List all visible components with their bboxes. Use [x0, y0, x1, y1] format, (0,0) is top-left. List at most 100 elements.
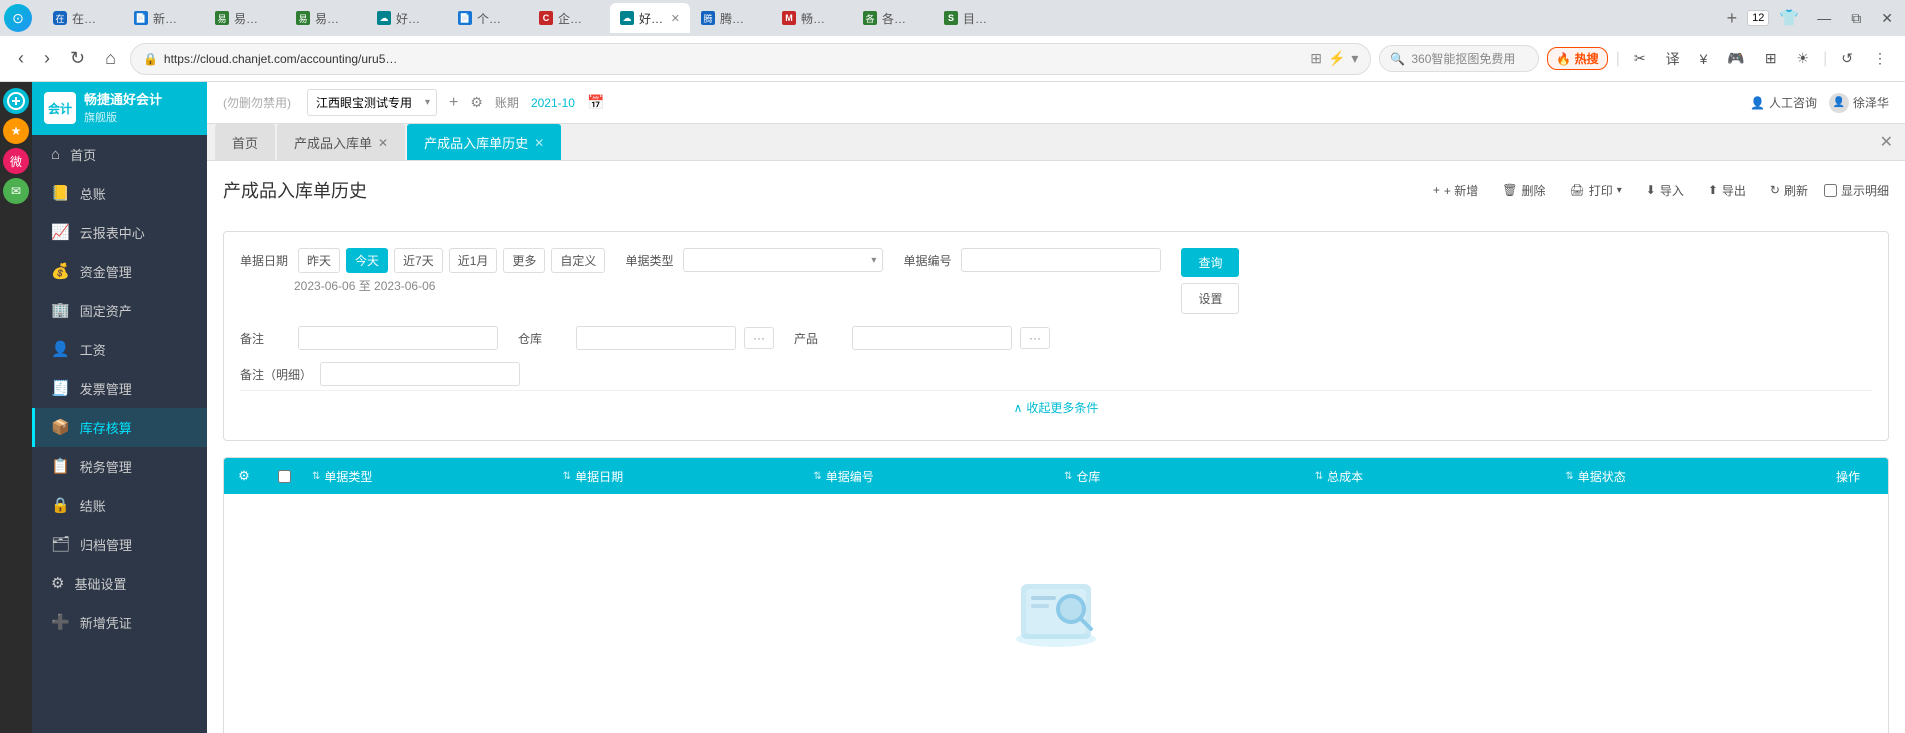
yuan-btn[interactable]: ¥ — [1694, 47, 1714, 71]
settings-button[interactable]: 设置 — [1181, 283, 1239, 314]
tab-2[interactable]: 📄 新… — [124, 3, 204, 33]
more-btn[interactable]: ⋮ — [1867, 46, 1893, 71]
tab-11[interactable]: 各 各… — [853, 3, 933, 33]
tab-12[interactable]: S 目… — [934, 3, 1014, 33]
grid-btn[interactable]: ⊞ — [1759, 46, 1783, 71]
date-btn-yesterday[interactable]: 昨天 — [298, 248, 340, 273]
sidebar-item-inventory[interactable]: 📦 库存核算 — [32, 408, 207, 447]
th-total-cost[interactable]: ⇅ 总成本 — [1307, 468, 1558, 485]
product-input[interactable] — [852, 326, 1012, 350]
tab-count[interactable]: 12 — [1747, 10, 1769, 26]
scissors-btn[interactable]: ✂ — [1628, 46, 1652, 71]
address-bar[interactable]: 🔒 https://cloud.chanjet.com/accounting/u… — [130, 43, 1371, 75]
sidebar-item-fund[interactable]: 💰 资金管理 — [32, 252, 207, 291]
page-tab-history-close[interactable]: ✕ — [534, 136, 544, 150]
product-ellipsis-btn[interactable]: ··· — [1020, 327, 1050, 349]
date-btn-custom[interactable]: 自定义 — [551, 248, 605, 273]
search-bar[interactable]: 🔍 360智能抠图免费用 — [1379, 45, 1539, 72]
undo-btn[interactable]: ↺ — [1835, 46, 1859, 71]
th-checkbox[interactable] — [264, 470, 304, 483]
export-btn[interactable]: ⬆ 导出 — [1700, 178, 1754, 203]
theme-btn[interactable]: ☀ — [1791, 46, 1816, 71]
sidebar-item-home[interactable]: ⌂ 首页 — [32, 135, 207, 174]
calendar-icon[interactable]: 📅 — [587, 94, 604, 111]
add-account-btn[interactable]: + — [449, 94, 458, 112]
restore-button[interactable]: ⧉ — [1843, 10, 1869, 27]
app-icon-mail[interactable]: ✉ — [3, 178, 29, 204]
tab-4[interactable]: 易 易… — [286, 3, 366, 33]
sidebar-item-close[interactable]: 🔒 结账 — [32, 486, 207, 525]
user-info[interactable]: 👤 徐泽华 — [1829, 93, 1889, 113]
page-tab-inventory-list[interactable]: 产成品入库单 ✕ — [277, 124, 405, 160]
warehouse-input[interactable] — [576, 326, 736, 350]
sidebar-item-ledger[interactable]: 📒 总账 — [32, 174, 207, 213]
close-button[interactable]: ✕ — [1873, 10, 1901, 27]
collapse-conditions-btn[interactable]: ∧ 收起更多条件 — [240, 390, 1872, 424]
number-input[interactable] — [961, 248, 1161, 272]
tab-6[interactable]: 📄 个… — [448, 3, 528, 33]
tab-9[interactable]: 腾 腾… — [691, 3, 771, 33]
date-btn-more[interactable]: 更多 — [503, 248, 545, 273]
refresh-btn[interactable]: ↻ 刷新 — [1762, 178, 1816, 203]
th-gear[interactable]: ⚙ — [224, 468, 264, 484]
note-input[interactable] — [298, 326, 498, 350]
th-date[interactable]: ⇅ 单据日期 — [555, 468, 806, 485]
warehouse-ellipsis-btn[interactable]: ··· — [744, 327, 774, 349]
tab-5[interactable]: ☁ 好… — [367, 3, 447, 33]
note-detail-input[interactable] — [320, 362, 520, 386]
app-icon-chanjet[interactable] — [3, 88, 29, 114]
dropdown-icon[interactable]: ▾ — [1351, 50, 1358, 67]
360-logo[interactable]: ⊙ — [4, 4, 32, 32]
game-btn[interactable]: 🎮 — [1721, 46, 1750, 71]
type-select-input[interactable] — [684, 249, 864, 271]
type-select[interactable]: ▾ — [683, 248, 883, 272]
print-btn[interactable]: 🖨 打印 ▾ — [1561, 178, 1629, 203]
sidebar-item-payroll[interactable]: 👤 工资 — [32, 330, 207, 369]
page-tab-home[interactable]: 首页 — [215, 124, 275, 160]
query-button[interactable]: 查询 — [1181, 248, 1239, 277]
back-button[interactable]: ‹ — [12, 44, 30, 73]
delete-btn[interactable]: 🗑 删除 — [1494, 178, 1553, 203]
service-button[interactable]: 👤 人工咨询 — [1750, 94, 1817, 111]
tab-3[interactable]: 易 易… — [205, 3, 285, 33]
date-btn-today[interactable]: 今天 — [346, 248, 388, 273]
date-btn-7days[interactable]: 近7天 — [394, 248, 443, 273]
sidebar-item-fixed-assets[interactable]: 🏢 固定资产 — [32, 291, 207, 330]
sidebar-item-invoice[interactable]: 🧾 发票管理 — [32, 369, 207, 408]
grid-icon[interactable]: ⊞ — [1310, 50, 1322, 67]
page-tab-inventory-list-close[interactable]: ✕ — [378, 136, 388, 150]
account-selector[interactable]: 江西眼宝测试专用 ▾ — [307, 89, 437, 116]
home-button[interactable]: ⌂ — [99, 44, 122, 73]
show-detail-checkbox-label[interactable]: 显示明细 — [1824, 182, 1889, 199]
th-type[interactable]: ⇅ 单据类型 — [304, 468, 555, 485]
refresh-button[interactable]: ↻ — [64, 44, 91, 73]
new-btn[interactable]: + + 新增 — [1425, 178, 1486, 203]
sidebar-item-new-voucher[interactable]: ➕ 新增凭证 — [32, 603, 207, 642]
sidebar-item-archive[interactable]: 🗂 归档管理 — [32, 525, 207, 564]
tab-1[interactable]: 在 在… — [43, 3, 123, 33]
sidebar-item-cloud-report[interactable]: 📈 云报表中心 — [32, 213, 207, 252]
new-tab-button[interactable]: + — [1721, 8, 1744, 29]
tab-8-close[interactable]: ✕ — [671, 12, 680, 25]
bolt-icon[interactable]: ⚡ — [1328, 50, 1345, 67]
hot-search-btn[interactable]: 🔥 热搜 — [1547, 47, 1607, 70]
show-detail-checkbox[interactable] — [1824, 184, 1837, 197]
app-icon-star[interactable]: ★ — [3, 118, 29, 144]
th-status[interactable]: ⇅ 单据状态 — [1557, 468, 1808, 485]
tab-7[interactable]: C 企… — [529, 3, 609, 33]
th-warehouse[interactable]: ⇅ 仓库 — [1056, 468, 1307, 485]
page-tab-history[interactable]: 产成品入库单历史 ✕ — [407, 124, 561, 160]
th-number[interactable]: ⇅ 单据编号 — [805, 468, 1056, 485]
select-all-checkbox[interactable] — [278, 470, 291, 483]
tab-8[interactable]: ☁ 好… ✕ — [610, 3, 690, 33]
date-btn-1month[interactable]: 近1月 — [449, 248, 498, 273]
minimize-button[interactable]: — — [1809, 10, 1839, 26]
sidebar-item-tax[interactable]: 📋 税务管理 — [32, 447, 207, 486]
translate-btn[interactable]: 译 — [1660, 45, 1686, 73]
tab-shirt-icon[interactable]: 👕 — [1773, 8, 1805, 28]
import-btn[interactable]: ⬇ 导入 — [1638, 178, 1692, 203]
gear-settings-btn[interactable]: ⚙ — [470, 94, 483, 111]
tab-10[interactable]: M 畅… — [772, 3, 852, 33]
app-icon-weibo[interactable]: 微 — [3, 148, 29, 174]
forward-button[interactable]: › — [38, 44, 56, 73]
